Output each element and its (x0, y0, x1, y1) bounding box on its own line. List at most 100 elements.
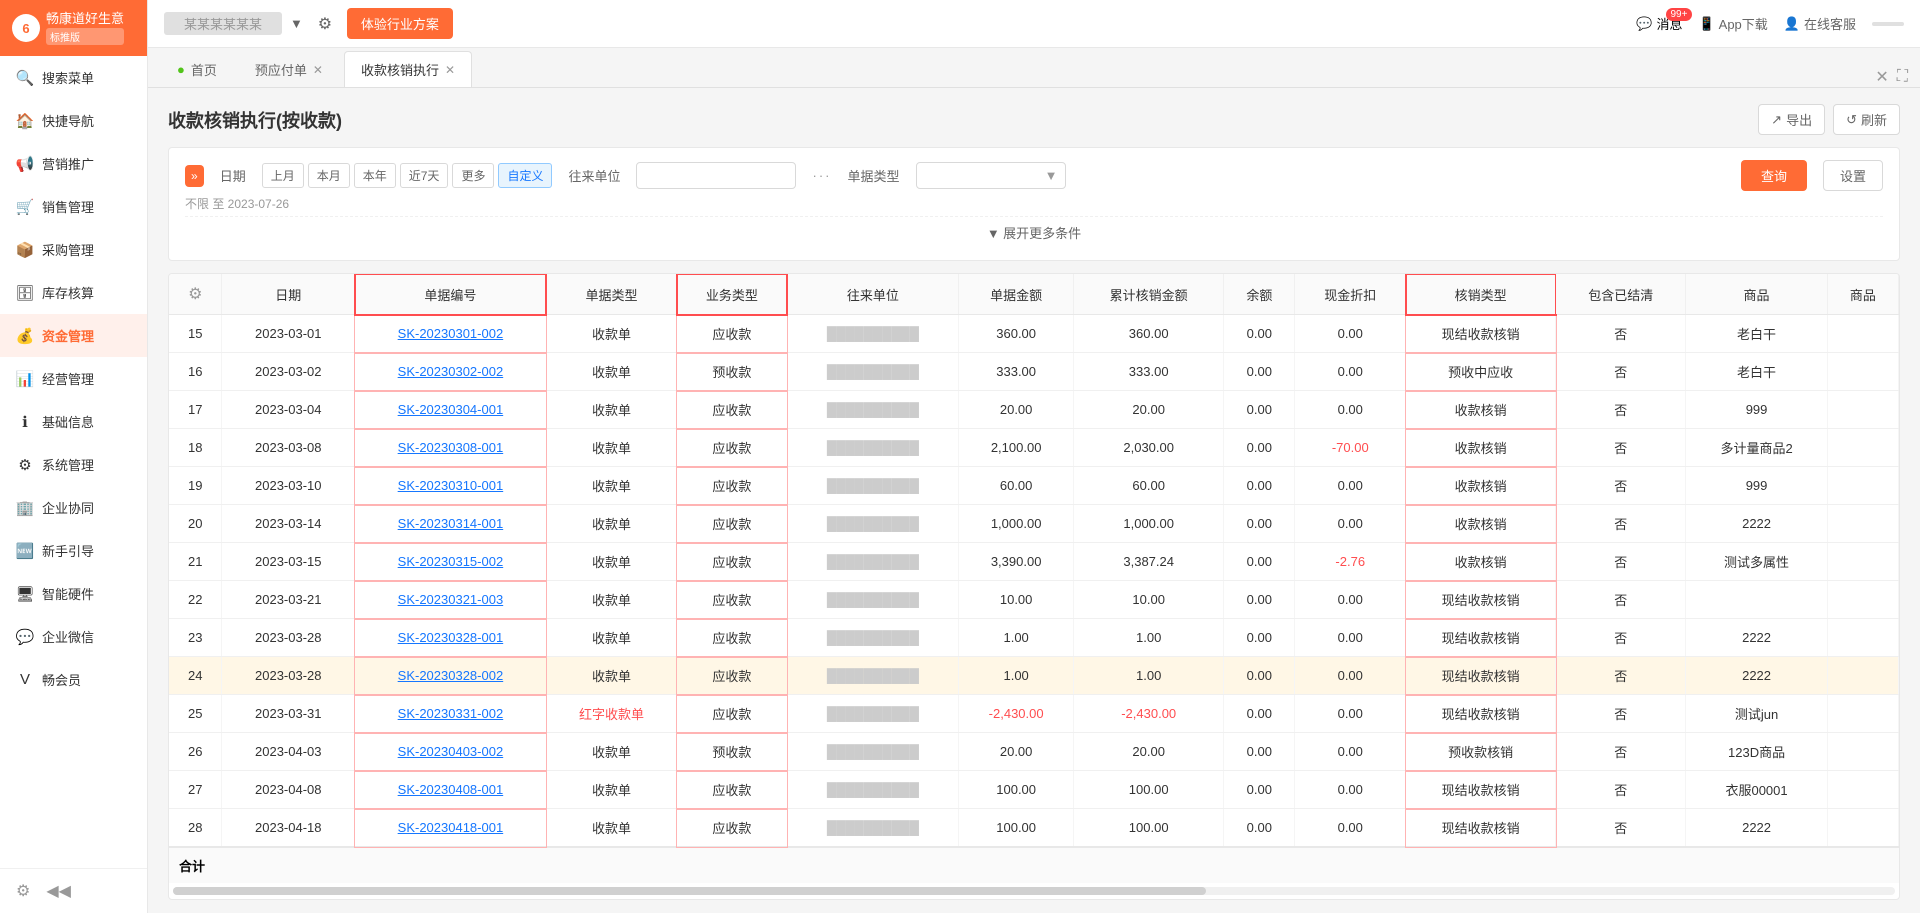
sidebar-item-hardware[interactable]: 🖥 智能硬件 (0, 572, 147, 615)
table-cell: 3,390.00 (959, 543, 1074, 581)
refresh-button[interactable]: ↺ 刷新 (1833, 104, 1900, 135)
table-cell: 0.00 (1224, 467, 1295, 505)
query-button[interactable]: 查询 (1741, 160, 1807, 191)
sidebar-item-sales[interactable]: 🛒 销售管理 (0, 185, 147, 228)
sidebar-item-label: 营销推广 (42, 154, 94, 173)
date-7days-btn[interactable]: 近7天 (400, 163, 449, 188)
table-cell[interactable]: SK-20230302-002 (355, 353, 547, 391)
voucher-type-select[interactable] (916, 162, 1066, 189)
table-cell[interactable]: SK-20230328-002 (355, 657, 547, 695)
table-cell[interactable]: SK-20230308-001 (355, 429, 547, 467)
table-cell: 333.00 (1074, 353, 1224, 391)
sidebar-item-label: 智能硬件 (42, 584, 94, 603)
date-custom-btn[interactable]: 自定义 (498, 163, 552, 188)
col-includeclosed-header: 包含已结清 (1556, 274, 1686, 315)
tab-home[interactable]: ● 首页 (160, 51, 234, 87)
table-cell: 0.00 (1295, 771, 1406, 809)
main-content: 某某某某某某 ▼ ⚙ 体验行业方案 💬 消息 99+ 📱 App下载 👤 在线客… (148, 0, 1920, 913)
tab-prepay[interactable]: 预应付单 ✕ (238, 51, 340, 87)
table-cell: 28 (169, 809, 222, 848)
date-this-month-btn[interactable]: 本月 (308, 163, 350, 188)
table-cell: 收款单 (546, 353, 676, 391)
app-name: 畅康道好生意 (46, 11, 124, 28)
table-cell[interactable]: SK-20230310-001 (355, 467, 547, 505)
filter-expand-left-btn[interactable]: » (185, 165, 204, 187)
table-cell: 0.00 (1224, 581, 1295, 619)
table-cell (1827, 315, 1898, 353)
table-cell: 100.00 (1074, 771, 1224, 809)
table-cell: 2023-03-14 (222, 505, 355, 543)
table-cell[interactable]: SK-20230304-001 (355, 391, 547, 429)
table-cell[interactable]: SK-20230314-001 (355, 505, 547, 543)
settings-icon[interactable]: ⚙ (16, 881, 30, 901)
sidebar-item-corp[interactable]: 🏢 企业协同 (0, 486, 147, 529)
sidebar-item-marketing[interactable]: 📢 营销推广 (0, 142, 147, 185)
refresh-icon: ↺ (1846, 112, 1857, 128)
table-cell: 0.00 (1224, 733, 1295, 771)
table-row: 242023-03-28SK-20230328-002收款单应收款███████… (169, 657, 1899, 695)
horizontal-scrollbar[interactable] (173, 887, 1895, 895)
table-cell (1827, 733, 1898, 771)
table-cell: 0.00 (1224, 505, 1295, 543)
sidebar-item-operations[interactable]: 📊 经营管理 (0, 357, 147, 400)
table-cell[interactable]: SK-20230328-001 (355, 619, 547, 657)
breadcrumb-dropdown[interactable]: ▼ (290, 16, 303, 31)
export-button[interactable]: ↗ 导出 (1758, 104, 1825, 135)
table-cell[interactable]: SK-20230403-002 (355, 733, 547, 771)
filter-settings-button[interactable]: 设置 (1823, 160, 1883, 191)
collapse-icon[interactable]: ◀◀ (46, 881, 71, 901)
table-cell: 333.00 (959, 353, 1074, 391)
sidebar-bottom: ⚙ ◀◀ (0, 868, 147, 913)
tab-maximize-icon[interactable]: ⛶ (1897, 68, 1908, 86)
date-last-month-btn[interactable]: 上月 (262, 163, 304, 188)
sidebar-item-member[interactable]: V 畅会员 (0, 658, 147, 701)
table-cell[interactable]: SK-20230408-001 (355, 771, 547, 809)
sidebar-item-nav[interactable]: 🏠 快捷导航 (0, 99, 147, 142)
sidebar-item-purchase[interactable]: 📦 采购管理 (0, 228, 147, 271)
table-cell: ██████████ (787, 429, 958, 467)
table-cell[interactable]: SK-20230321-003 (355, 581, 547, 619)
solution-button[interactable]: 体验行业方案 (347, 8, 453, 39)
tab-close-all-icon[interactable]: ✕ (1875, 67, 1888, 87)
topbar: 某某某某某某 ▼ ⚙ 体验行业方案 💬 消息 99+ 📱 App下载 👤 在线客… (148, 0, 1920, 48)
table-cell: 2023-03-28 (222, 657, 355, 695)
table-cell: 收款单 (546, 429, 676, 467)
sidebar-item-label: 库存核算 (42, 283, 94, 302)
table-cell: 2222 (1686, 505, 1827, 543)
table-row: 282023-04-18SK-20230418-001收款单应收款███████… (169, 809, 1899, 848)
sidebar-item-guide[interactable]: 🆕 新手引导 (0, 529, 147, 572)
table-cell[interactable]: SK-20230418-001 (355, 809, 547, 848)
table-cell[interactable]: SK-20230331-002 (355, 695, 547, 733)
sidebar-item-system[interactable]: ⚙ 系统管理 (0, 443, 147, 486)
counterpart-input[interactable] (636, 162, 796, 189)
table-row: 182023-03-08SK-20230308-001收款单应收款███████… (169, 429, 1899, 467)
app-download-button[interactable]: 📱 App下载 (1698, 14, 1767, 33)
sidebar-item-inventory[interactable]: 🗄 库存核算 (0, 271, 147, 314)
online-service-button[interactable]: 👤 在线客服 (1784, 14, 1856, 33)
table-cell: 1.00 (1074, 619, 1224, 657)
date-this-year-btn[interactable]: 本年 (354, 163, 396, 188)
table-cell[interactable]: SK-20230315-002 (355, 543, 547, 581)
table-cell: 应收款 (677, 581, 788, 619)
tab-collection-close-icon[interactable]: ✕ (445, 63, 455, 77)
filter-area: » 日期 上月 本月 本年 近7天 更多 自定义 往来单位 ··· 单据类型 (168, 147, 1900, 261)
sidebar-item-wechat[interactable]: 💬 企业微信 (0, 615, 147, 658)
tab-prepay-close-icon[interactable]: ✕ (313, 63, 323, 77)
table-cell: 预收中应收 (1406, 353, 1556, 391)
expand-conditions-btn[interactable]: ▼ 展开更多条件 (185, 216, 1883, 248)
message-button[interactable]: 💬 消息 99+ (1636, 14, 1682, 33)
date-more-btn[interactable]: 更多 (452, 163, 494, 188)
table-cell[interactable]: SK-20230301-002 (355, 315, 547, 353)
user-avatar[interactable] (1872, 22, 1904, 26)
column-settings-icon[interactable]: ⚙ (188, 286, 202, 303)
service-icon: 👤 (1784, 16, 1800, 32)
table-cell: 360.00 (959, 315, 1074, 353)
sidebar-item-finance[interactable]: 💰 资金管理 (0, 314, 147, 357)
col-settings-header[interactable]: ⚙ (169, 274, 222, 315)
tab-collection[interactable]: 收款核销执行 ✕ (344, 51, 472, 87)
sidebar-item-basic[interactable]: ℹ 基础信息 (0, 400, 147, 443)
table-cell: 否 (1556, 429, 1686, 467)
sidebar-item-label: 新手引导 (42, 541, 94, 560)
topbar-gear-icon[interactable]: ⚙ (311, 10, 339, 38)
sidebar-item-search[interactable]: 🔍 搜索菜单 (0, 56, 147, 99)
